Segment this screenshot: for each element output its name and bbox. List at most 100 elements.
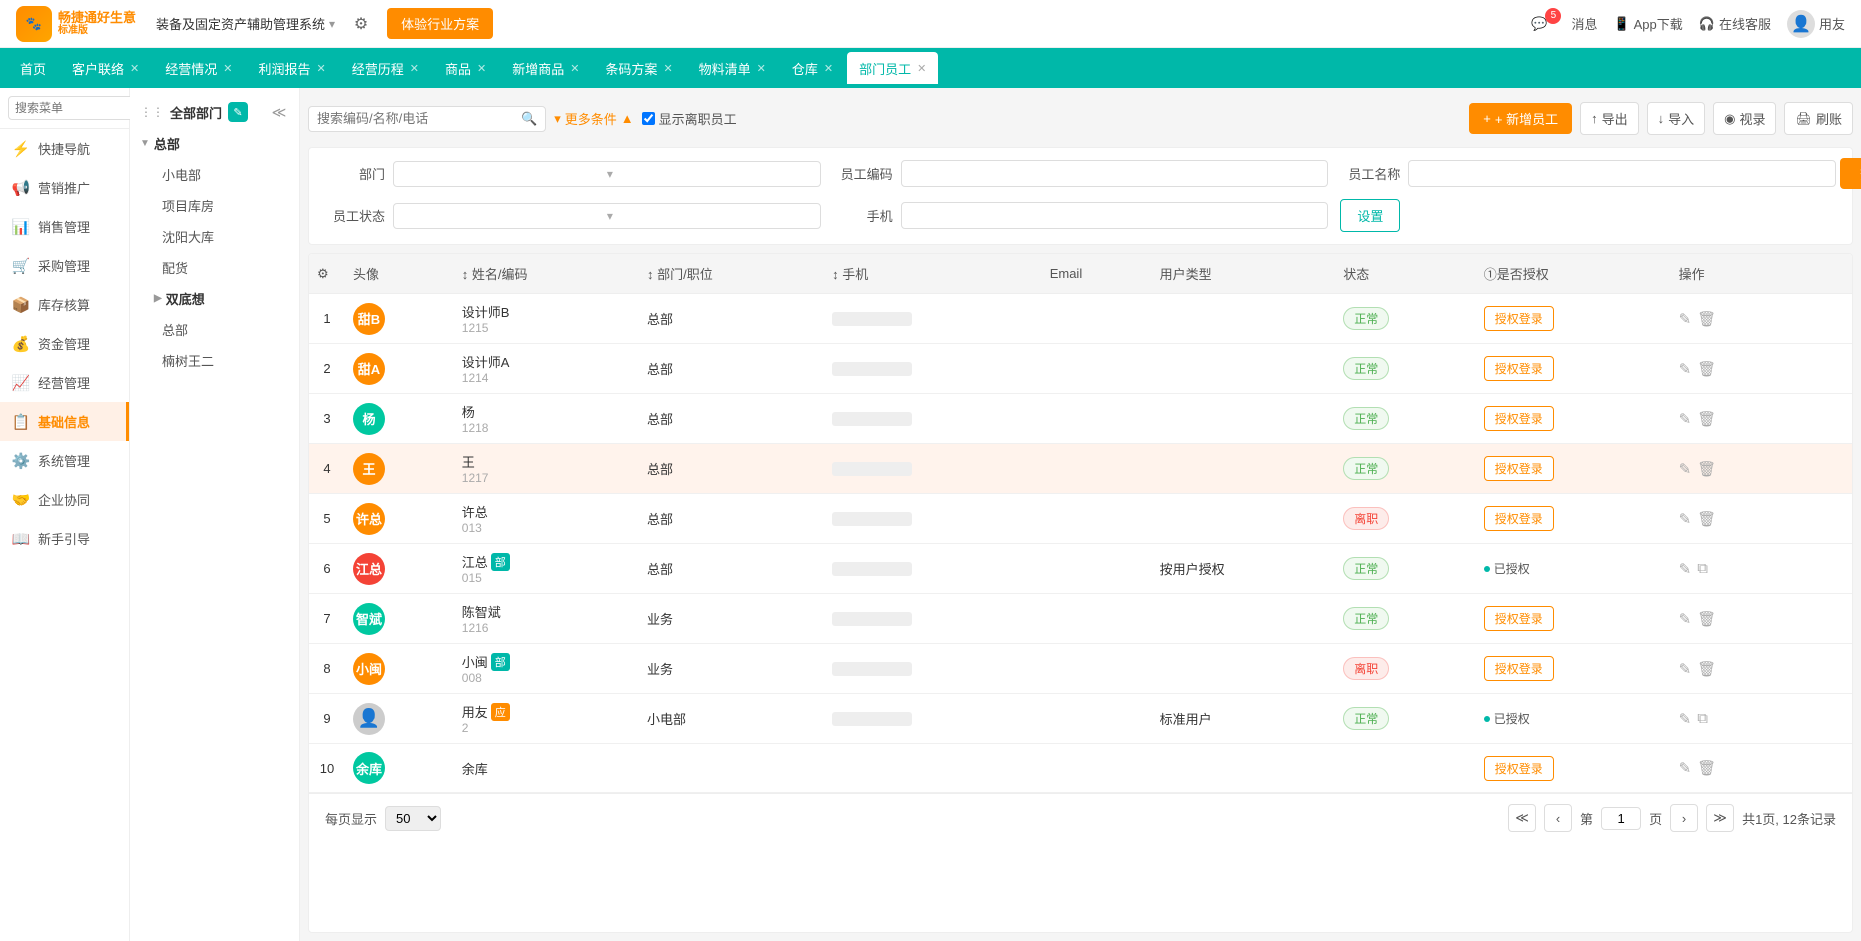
auth-button[interactable]: 授权登录 — [1484, 756, 1554, 781]
chevron-down-icon[interactable]: ▾ — [329, 17, 335, 31]
last-page-button[interactable]: ≫ — [1706, 804, 1734, 832]
close-icon[interactable]: ✕ — [477, 62, 486, 75]
sidebar-item-inventory[interactable]: 📦 库存核算 — [0, 285, 129, 324]
sidebar-item-basic[interactable]: 📋 基础信息 — [0, 402, 129, 441]
messages-button[interactable]: 💬 5 消息 — [1531, 14, 1597, 33]
delete-icon[interactable]: 🗑 — [1697, 360, 1716, 378]
search-button[interactable]: 查询 — [1840, 158, 1861, 189]
import-button[interactable]: ↓ 导入 — [1647, 102, 1706, 135]
auth-button[interactable]: 授权登录 — [1484, 356, 1554, 381]
close-icon[interactable]: ✕ — [130, 62, 139, 75]
phone-input[interactable] — [901, 202, 1329, 229]
auth-button[interactable]: 授权登录 — [1484, 606, 1554, 631]
delete-icon[interactable]: 🗑 — [1697, 759, 1716, 777]
prev-page-button[interactable]: ‹ — [1544, 804, 1572, 832]
search-input[interactable] — [317, 111, 517, 126]
page-size-select[interactable]: 50 20 100 — [385, 806, 441, 831]
sidebar-item-quicknav[interactable]: ⚡ 快捷导航 — [0, 129, 129, 168]
edit-icon[interactable]: ✎ — [1679, 460, 1692, 478]
edit-icon[interactable]: ✎ — [1679, 310, 1692, 328]
auth-button[interactable]: 授权登录 — [1484, 406, 1554, 431]
tree-item-peihuo[interactable]: 配货 — [142, 252, 299, 283]
delete-icon[interactable]: 🗑 — [1697, 310, 1716, 328]
tree-group-shuangdi[interactable]: ▶ 双底想 — [142, 283, 299, 314]
auth-button[interactable]: 授权登录 — [1484, 306, 1554, 331]
close-icon[interactable]: ✕ — [824, 62, 833, 75]
tab-profit[interactable]: 利润报告✕ — [246, 52, 337, 84]
auth-button[interactable]: 授权登录 — [1484, 456, 1554, 481]
tree-item-zongbu[interactable]: 总部 — [142, 314, 299, 345]
tab-employees[interactable]: 部门员工✕ — [847, 52, 938, 84]
sidebar-item-sales[interactable]: 📊 销售管理 — [0, 207, 129, 246]
edit-icon[interactable]: ✎ — [1679, 360, 1692, 378]
trial-button[interactable]: 体验行业方案 — [387, 8, 493, 39]
tab-customer[interactable]: 客户联络✕ — [60, 52, 151, 84]
tab-operation[interactable]: 经营情况✕ — [153, 52, 244, 84]
page-number-input[interactable] — [1601, 807, 1641, 830]
tab-material[interactable]: 物料清单✕ — [687, 52, 778, 84]
tab-barcode[interactable]: 条码方案✕ — [593, 52, 684, 84]
sidebar-item-marketing[interactable]: 📢 营销推广 — [0, 168, 129, 207]
close-icon[interactable]: ✕ — [663, 62, 672, 75]
tab-history[interactable]: 经营历程✕ — [340, 52, 431, 84]
sidebar-item-system[interactable]: ⚙️ 系统管理 — [0, 441, 129, 480]
edit-icon[interactable]: ✎ — [1679, 660, 1692, 678]
tree-edit-icon[interactable]: ✎ — [228, 102, 248, 122]
edit-icon[interactable]: ✎ — [1679, 560, 1692, 578]
delete-icon[interactable]: 🗑 — [1697, 660, 1716, 678]
edit-icon[interactable]: ✎ — [1679, 759, 1692, 777]
auth-button[interactable]: 授权登录 — [1484, 506, 1554, 531]
first-page-button[interactable]: ≪ — [1508, 804, 1536, 832]
tab-goods[interactable]: 商品✕ — [433, 52, 498, 84]
user-menu[interactable]: 👤 用友 — [1787, 10, 1845, 38]
tab-new-goods[interactable]: 新增商品✕ — [500, 52, 591, 84]
edit-icon[interactable]: ✎ — [1679, 710, 1692, 728]
col-phone[interactable]: ↕ 手机 — [824, 254, 1042, 294]
tree-collapse-icon[interactable]: ≪ — [269, 102, 289, 122]
edit-icon[interactable]: ✎ — [1679, 410, 1692, 428]
close-icon[interactable]: ✕ — [570, 62, 579, 75]
tree-item-projectroom[interactable]: 项目库房 — [142, 190, 299, 221]
settings-icon[interactable]: ⚙ — [347, 10, 375, 38]
sidebar-item-purchase[interactable]: 🛒 采购管理 — [0, 246, 129, 285]
sidebar-item-finance[interactable]: 💰 资金管理 — [0, 324, 129, 363]
auth-button[interactable]: 授权登录 — [1484, 656, 1554, 681]
edit-icon[interactable]: ✎ — [1679, 610, 1692, 628]
view-button[interactable]: ◉ 视录 — [1713, 102, 1776, 135]
tab-home[interactable]: 首页 — [8, 52, 58, 84]
close-icon[interactable]: ✕ — [317, 62, 326, 75]
delete-icon[interactable]: 🗑 — [1697, 510, 1716, 528]
copy-icon[interactable]: ⧉ — [1697, 560, 1708, 577]
status-select[interactable]: ▾ — [393, 203, 821, 229]
close-icon[interactable]: ✕ — [757, 62, 766, 75]
emp-name-input[interactable] — [1408, 160, 1836, 187]
edit-icon[interactable]: ✎ — [1679, 510, 1692, 528]
close-icon[interactable]: ✕ — [410, 62, 419, 75]
tab-warehouse[interactable]: 仓库✕ — [780, 52, 845, 84]
sidebar-item-ops[interactable]: 📈 经营管理 — [0, 363, 129, 402]
copy-icon[interactable]: ⧉ — [1697, 710, 1708, 727]
print-button[interactable]: 🖨 刷账 — [1784, 102, 1853, 135]
next-page-button[interactable]: › — [1670, 804, 1698, 832]
close-icon[interactable]: ✕ — [223, 62, 232, 75]
delete-icon[interactable]: 🗑 — [1697, 610, 1716, 628]
settings-button[interactable]: 设置 — [1340, 199, 1400, 232]
delete-icon[interactable]: 🗑 — [1697, 460, 1716, 478]
tree-group-headquarters[interactable]: ▼ 总部 — [130, 128, 299, 159]
dept-select[interactable]: ▾ — [393, 161, 821, 187]
more-filter-button[interactable]: ▾ 更多条件 ▲ — [554, 109, 633, 128]
tree-item-nanshu[interactable]: 楠树王二 — [142, 345, 299, 376]
tree-item-xiaodibu[interactable]: 小电部 — [142, 159, 299, 190]
close-icon[interactable]: ✕ — [917, 62, 926, 75]
online-service-button[interactable]: 🎧 在线客服 — [1699, 14, 1771, 33]
add-employee-button[interactable]: + + 新增员工 — [1469, 103, 1572, 134]
sidebar-item-guide[interactable]: 📖 新手引导 — [0, 519, 129, 558]
show-resigned-checkbox[interactable]: 显示离职员工 — [642, 109, 737, 128]
col-dept[interactable]: ↕ 部门/职位 — [639, 254, 824, 294]
sidebar-item-collab[interactable]: 🤝 企业协同 — [0, 480, 129, 519]
app-download-button[interactable]: 📱 App下载 — [1613, 14, 1682, 33]
col-name[interactable]: ↕ 姓名/编码 — [454, 254, 639, 294]
delete-icon[interactable]: 🗑 — [1697, 410, 1716, 428]
col-settings[interactable]: ⚙ — [309, 254, 345, 294]
export-button[interactable]: ↑ 导出 — [1580, 102, 1639, 135]
